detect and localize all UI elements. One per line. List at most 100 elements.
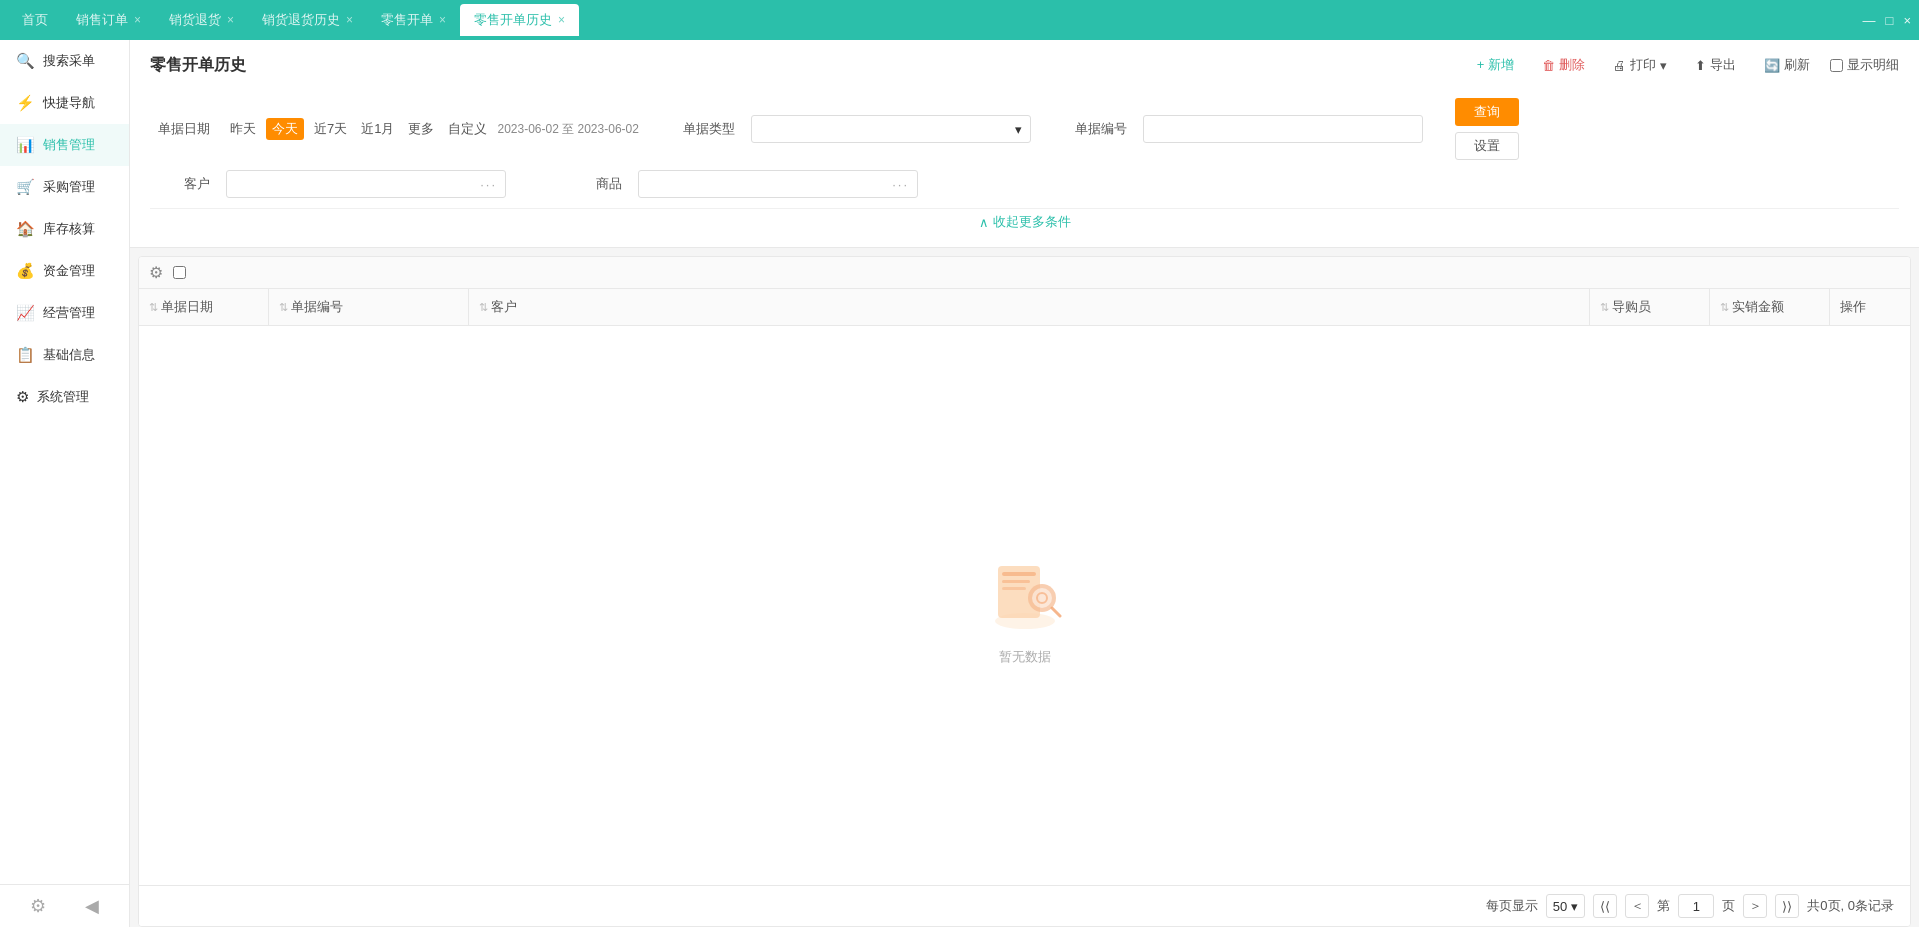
show-detail-checkbox[interactable] xyxy=(1830,59,1843,72)
sidebar-item-inventory-label: 库存核算 xyxy=(43,220,95,238)
filter-area: 单据日期 昨天 今天 近7天 近1月 更多 自定义 2023-06-02 至 2… xyxy=(150,88,1899,247)
print-button[interactable]: 🖨 打印 ▾ xyxy=(1605,52,1675,78)
export-button[interactable]: ⬆ 导出 xyxy=(1687,52,1744,78)
page-label-post: 页 xyxy=(1722,897,1735,915)
th-no-label: 单据编号 xyxy=(291,298,343,316)
tab-sales-return-history-close[interactable]: × xyxy=(346,13,353,27)
customer-label: 客户 xyxy=(150,175,210,193)
table-header: ⇅ 单据日期 ⇅ 单据编号 ⇅ 客户 ⇅ 导购员 ⇅ 实销金额 xyxy=(139,289,1910,326)
sidebar-item-sales[interactable]: 📊 销售管理 xyxy=(0,124,129,166)
collapse-up-icon: ∧ xyxy=(979,215,989,230)
tab-sales-order-close[interactable]: × xyxy=(134,13,141,27)
type-select[interactable]: ▾ xyxy=(751,115,1031,143)
refresh-button[interactable]: 🔄 刷新 xyxy=(1756,52,1818,78)
page-size-select[interactable]: 50 ▾ xyxy=(1546,894,1585,918)
query-button[interactable]: 查询 xyxy=(1455,98,1519,126)
delete-button-label: 删除 xyxy=(1559,56,1585,74)
tab-retail-open-history-close[interactable]: × xyxy=(558,13,565,27)
table-container: ⚙ ⇅ 单据日期 ⇅ 单据编号 ⇅ 客户 ⇅ 导购员 xyxy=(138,256,1911,927)
tab-sales-return-history[interactable]: 销货退货历史 × xyxy=(248,4,367,36)
page-prev-btn[interactable]: ＜ xyxy=(1625,894,1649,918)
type-select-chevron: ▾ xyxy=(1015,122,1022,137)
toolbar: + 新增 🗑 删除 🖨 打印 ▾ ⬆ 导出 xyxy=(1469,52,1899,78)
add-button[interactable]: + 新增 xyxy=(1469,52,1522,78)
search-icon: 🔍 xyxy=(16,52,35,70)
svg-rect-2 xyxy=(1002,572,1036,576)
sidebar-collapse-icon[interactable]: ◀ xyxy=(85,895,99,917)
tab-home[interactable]: 首页 xyxy=(8,4,62,36)
th-action: 操作 xyxy=(1830,289,1910,325)
th-amount: ⇅ 实销金额 xyxy=(1710,289,1830,325)
th-guide-sort[interactable]: ⇅ xyxy=(1600,301,1609,314)
th-no-sort[interactable]: ⇅ xyxy=(279,301,288,314)
show-detail-toggle[interactable]: 显示明细 xyxy=(1830,56,1899,74)
window-max[interactable]: □ xyxy=(1886,13,1894,28)
page-next-btn[interactable]: ＞ xyxy=(1743,894,1767,918)
date-more-btn[interactable]: 更多 xyxy=(404,118,438,140)
tab-sales-return[interactable]: 销货退货 × xyxy=(155,4,248,36)
tab-home-label: 首页 xyxy=(22,11,48,29)
delete-icon: 🗑 xyxy=(1542,58,1555,73)
sidebar-item-basic-label: 基础信息 xyxy=(43,346,95,364)
product-select[interactable]: ··· xyxy=(638,170,918,198)
tab-sales-order[interactable]: 销售订单 × xyxy=(62,4,155,36)
sidebar: 🔍 搜索采单 ⚡ 快捷导航 📊 销售管理 🛒 采购管理 🏠 库存核算 💰 资金管… xyxy=(0,40,130,927)
customer-select[interactable]: ··· xyxy=(226,170,506,198)
window-close[interactable]: × xyxy=(1903,13,1911,28)
delete-button[interactable]: 🗑 删除 xyxy=(1534,52,1593,78)
th-customer: ⇅ 客户 xyxy=(469,289,1590,325)
collapse-bar[interactable]: ∧ 收起更多条件 xyxy=(150,208,1899,235)
sidebar-item-basic[interactable]: 📋 基础信息 xyxy=(0,334,129,376)
tab-retail-open[interactable]: 零售开单 × xyxy=(367,4,460,36)
th-guide: ⇅ 导购员 xyxy=(1590,289,1710,325)
sidebar-item-purchase[interactable]: 🛒 采购管理 xyxy=(0,166,129,208)
sidebar-item-inventory[interactable]: 🏠 库存核算 xyxy=(0,208,129,250)
date-yesterday-btn[interactable]: 昨天 xyxy=(226,118,260,140)
main-layout: 🔍 搜索采单 ⚡ 快捷导航 📊 销售管理 🛒 采购管理 🏠 库存核算 💰 资金管… xyxy=(0,40,1919,927)
table-body: 暂无数据 xyxy=(139,326,1910,885)
sidebar-item-finance[interactable]: 💰 资金管理 xyxy=(0,250,129,292)
print-button-label: 打印 xyxy=(1630,56,1656,74)
tab-retail-open-close[interactable]: × xyxy=(439,13,446,27)
sidebar-item-operations[interactable]: 📈 经营管理 xyxy=(0,292,129,334)
date-7days-btn[interactable]: 近7天 xyxy=(310,118,351,140)
tab-sales-return-history-label: 销货退货历史 xyxy=(262,11,340,29)
print-dropdown-icon: ▾ xyxy=(1660,58,1667,73)
page-size-label: 每页显示 xyxy=(1486,897,1538,915)
th-date: ⇅ 单据日期 xyxy=(139,289,269,325)
window-min[interactable]: — xyxy=(1863,13,1876,28)
tab-retail-open-label: 零售开单 xyxy=(381,11,433,29)
system-icon: ⚙ xyxy=(16,388,29,406)
filter-settings-button[interactable]: 设置 xyxy=(1455,132,1519,160)
date-1month-btn[interactable]: 近1月 xyxy=(357,118,398,140)
inventory-icon: 🏠 xyxy=(16,220,35,238)
sidebar-item-sales-label: 销售管理 xyxy=(43,136,95,154)
sidebar-item-system-label: 系统管理 xyxy=(37,388,89,406)
tab-sales-return-close[interactable]: × xyxy=(227,13,234,27)
no-input[interactable] xyxy=(1143,115,1423,143)
date-today-btn[interactable]: 今天 xyxy=(266,118,304,140)
sidebar-item-operations-label: 经营管理 xyxy=(43,304,95,322)
page-num-input[interactable]: 1 xyxy=(1678,894,1714,918)
table-settings-icon[interactable]: ⚙ xyxy=(149,263,163,282)
sidebar-item-search[interactable]: 🔍 搜索采单 xyxy=(0,40,129,82)
sidebar-settings-icon[interactable]: ⚙ xyxy=(30,895,46,917)
page-first-btn[interactable]: ⟨⟨ xyxy=(1593,894,1617,918)
sidebar-item-system[interactable]: ⚙ 系统管理 xyxy=(0,376,129,418)
page-last-btn[interactable]: ⟩⟩ xyxy=(1775,894,1799,918)
page-title-row: 零售开单历史 + 新增 🗑 删除 🖨 打印 ▾ ⬆ xyxy=(150,52,1899,88)
select-all-checkbox[interactable] xyxy=(173,266,186,279)
tab-retail-open-history[interactable]: 零售开单历史 × xyxy=(460,4,579,36)
finance-icon: 💰 xyxy=(16,262,35,280)
th-amount-sort[interactable]: ⇅ xyxy=(1720,301,1729,314)
type-label: 单据类型 xyxy=(655,120,735,138)
th-guide-label: 导购员 xyxy=(1612,298,1651,316)
sidebar-item-quick-nav[interactable]: ⚡ 快捷导航 xyxy=(0,82,129,124)
date-label: 单据日期 xyxy=(150,120,210,138)
filter-row-1: 单据日期 昨天 今天 近7天 近1月 更多 自定义 2023-06-02 至 2… xyxy=(150,98,1899,160)
date-custom-btn[interactable]: 自定义 xyxy=(444,118,491,140)
sidebar-item-finance-label: 资金管理 xyxy=(43,262,95,280)
th-date-sort[interactable]: ⇅ xyxy=(149,301,158,314)
th-customer-sort[interactable]: ⇅ xyxy=(479,301,488,314)
page-header: 零售开单历史 + 新增 🗑 删除 🖨 打印 ▾ ⬆ xyxy=(130,40,1919,248)
